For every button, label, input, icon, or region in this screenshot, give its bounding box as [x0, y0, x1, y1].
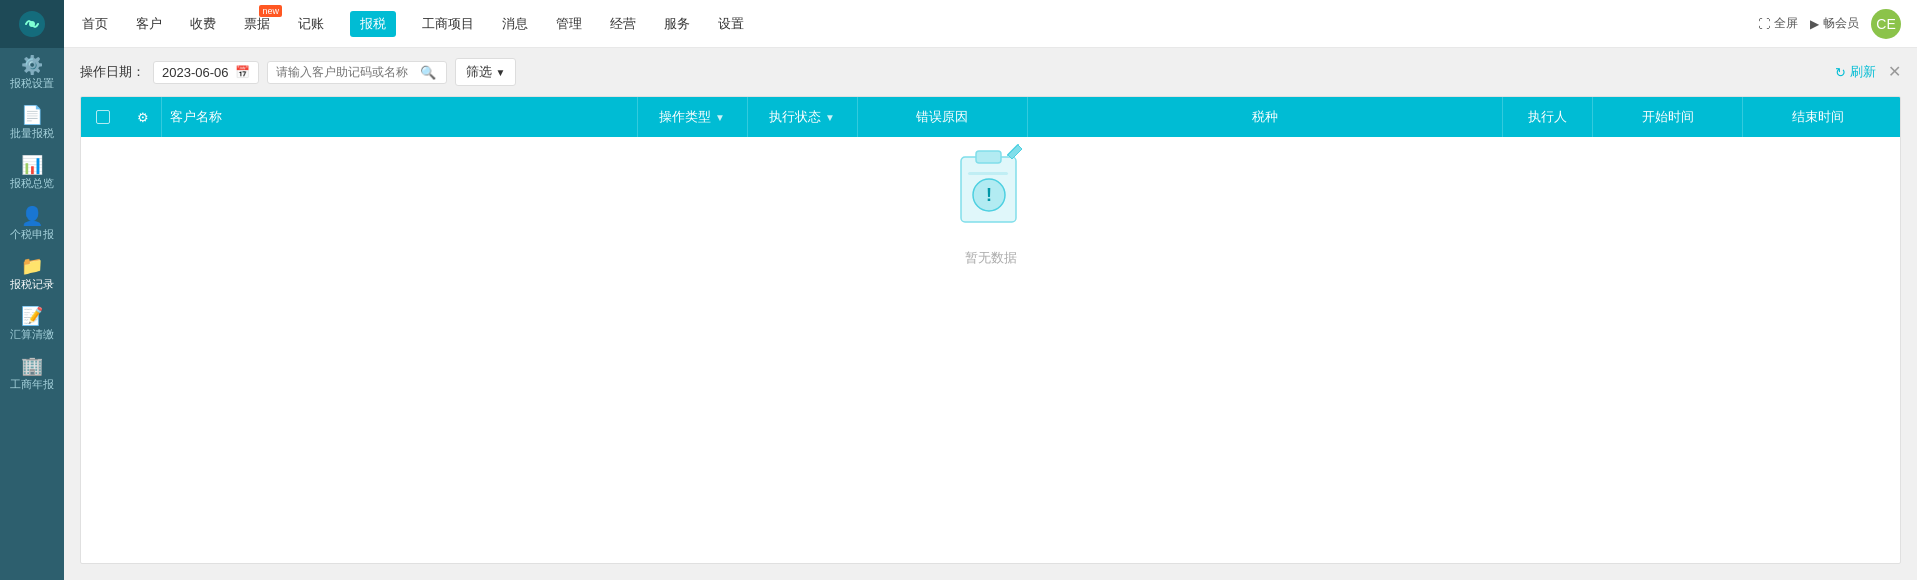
chevron-down-icon: ▼: [496, 67, 506, 78]
empty-text: 暂无数据: [965, 249, 1017, 267]
baoshui-shezhi-icon: ⚙️: [21, 56, 43, 74]
sidebar-item-label: 工商年报: [10, 378, 54, 391]
sidebar: ⚙️ 报税设置 📄 批量报税 📊 报税总览 👤 个税申报 📁 报税记录 📝 汇算…: [0, 0, 64, 580]
sort-icon: ▼: [825, 112, 835, 123]
nav-gongshang-xiangmu[interactable]: 工商项目: [420, 11, 476, 37]
zonglang-icon: 📊: [21, 156, 43, 174]
date-picker[interactable]: 2023-06-06 📅: [153, 61, 259, 84]
date-value: 2023-06-06: [162, 65, 229, 80]
svg-text:!: !: [986, 185, 992, 205]
th-error: 错误原因: [857, 97, 1027, 137]
nav-jizhang[interactable]: 记账: [296, 11, 326, 37]
th-tax: 税种: [1027, 97, 1503, 137]
toolbar-right: ↻ 刷新 ✕: [1835, 63, 1901, 81]
th-start-time: 开始时间: [1592, 97, 1742, 137]
sidebar-item-label: 报税记录: [10, 278, 54, 291]
nav-shoufei[interactable]: 收费: [188, 11, 218, 37]
search-input[interactable]: [276, 65, 416, 79]
svg-rect-3: [976, 151, 1001, 163]
sidebar-item-huisuan-jiaona[interactable]: 📝 汇算清缴: [0, 299, 64, 349]
geshui-icon: 👤: [21, 207, 43, 225]
empty-state: ! 暂无数据: [81, 137, 1900, 267]
sidebar-item-label: 批量报税: [10, 127, 54, 140]
th-status[interactable]: 执行状态 ▼: [747, 97, 857, 137]
main-area: 首页 客户 收费 票据 new 记账 报税 工商项目 消息 管理 经营 服务 设…: [64, 0, 1917, 580]
settings-icon: ⚙: [137, 110, 149, 125]
toolbar: 操作日期： 2023-06-06 📅 🔍 筛选 ▼ ↻ 刷新 ✕: [64, 48, 1917, 96]
avatar[interactable]: CE: [1871, 9, 1901, 39]
close-button[interactable]: ✕: [1888, 64, 1901, 80]
sidebar-item-gongshang-nianbao[interactable]: 🏢 工商年报: [0, 349, 64, 399]
nav-shouye[interactable]: 首页: [80, 11, 110, 37]
refresh-button[interactable]: ↻ 刷新: [1835, 63, 1876, 81]
sidebar-item-label: 个税申报: [10, 228, 54, 241]
topnav-right: ⛶ 全屏 ▶ 畅会员 CE: [1758, 9, 1901, 39]
filter-label: 筛选: [466, 63, 492, 81]
sidebar-item-baoshui-zonglang[interactable]: 📊 报税总览: [0, 148, 64, 198]
nav-baoshui[interactable]: 报税: [350, 11, 396, 37]
svg-rect-8: [968, 172, 1008, 175]
table-body: ! 暂无数据: [81, 137, 1900, 563]
search-box[interactable]: 🔍: [267, 61, 447, 84]
table-container: ⚙ 客户名称 操作类型 ▼ 执行状态 ▼ 错误原因 税种: [80, 96, 1901, 564]
sidebar-item-piliang-baoshui[interactable]: 📄 批量报税: [0, 98, 64, 148]
table-header: ⚙ 客户名称 操作类型 ▼ 执行状态 ▼ 错误原因 税种: [81, 97, 1900, 137]
topnav: 首页 客户 收费 票据 new 记账 报税 工商项目 消息 管理 经营 服务 设…: [64, 0, 1917, 48]
th-settings[interactable]: ⚙: [125, 110, 161, 125]
svg-point-1: [29, 21, 35, 27]
sidebar-item-label: 汇算清缴: [10, 328, 54, 341]
date-label: 操作日期：: [80, 63, 145, 81]
video-icon: ▶: [1810, 17, 1819, 31]
sort-icon: ▼: [715, 112, 725, 123]
search-icon: 🔍: [420, 65, 436, 80]
sidebar-item-label: 报税设置: [10, 77, 54, 90]
nav-fuwu[interactable]: 服务: [662, 11, 692, 37]
th-name: 客户名称: [161, 97, 637, 137]
th-checkbox[interactable]: [81, 110, 125, 124]
nav-jingying[interactable]: 经营: [608, 11, 638, 37]
refresh-icon: ↻: [1835, 65, 1846, 80]
nav-piaoju[interactable]: 票据 new: [242, 11, 272, 37]
th-type[interactable]: 操作类型 ▼: [637, 97, 747, 137]
content: 操作日期： 2023-06-06 📅 🔍 筛选 ▼ ↻ 刷新 ✕: [64, 48, 1917, 580]
fullscreen-icon: ⛶: [1758, 17, 1770, 31]
huisuan-icon: 📝: [21, 307, 43, 325]
th-end-time: 结束时间: [1742, 97, 1892, 137]
nianbao-icon: 🏢: [21, 357, 43, 375]
nav-kehu[interactable]: 客户: [134, 11, 164, 37]
member-button[interactable]: ▶ 畅会员: [1810, 15, 1859, 32]
fullscreen-button[interactable]: ⛶ 全屏: [1758, 15, 1798, 32]
empty-illustration: !: [946, 137, 1036, 237]
nav-guanli[interactable]: 管理: [554, 11, 584, 37]
sidebar-item-baoshui-shezhi[interactable]: ⚙️ 报税设置: [0, 48, 64, 98]
sidebar-item-label: 报税总览: [10, 177, 54, 190]
th-executor: 执行人: [1502, 97, 1592, 137]
nav-shezhi[interactable]: 设置: [716, 11, 746, 37]
jilu-icon: 📁: [21, 257, 43, 275]
new-badge: new: [259, 5, 282, 17]
sidebar-item-geshui-shenbao[interactable]: 👤 个税申报: [0, 199, 64, 249]
piliang-baoshui-icon: 📄: [21, 106, 43, 124]
sidebar-item-baoshui-jilu[interactable]: 📁 报税记录: [0, 249, 64, 299]
filter-button[interactable]: 筛选 ▼: [455, 58, 517, 86]
calendar-icon: 📅: [235, 65, 250, 79]
logo[interactable]: [0, 0, 64, 48]
nav-xiaoxi[interactable]: 消息: [500, 11, 530, 37]
select-all-checkbox[interactable]: [96, 110, 110, 124]
